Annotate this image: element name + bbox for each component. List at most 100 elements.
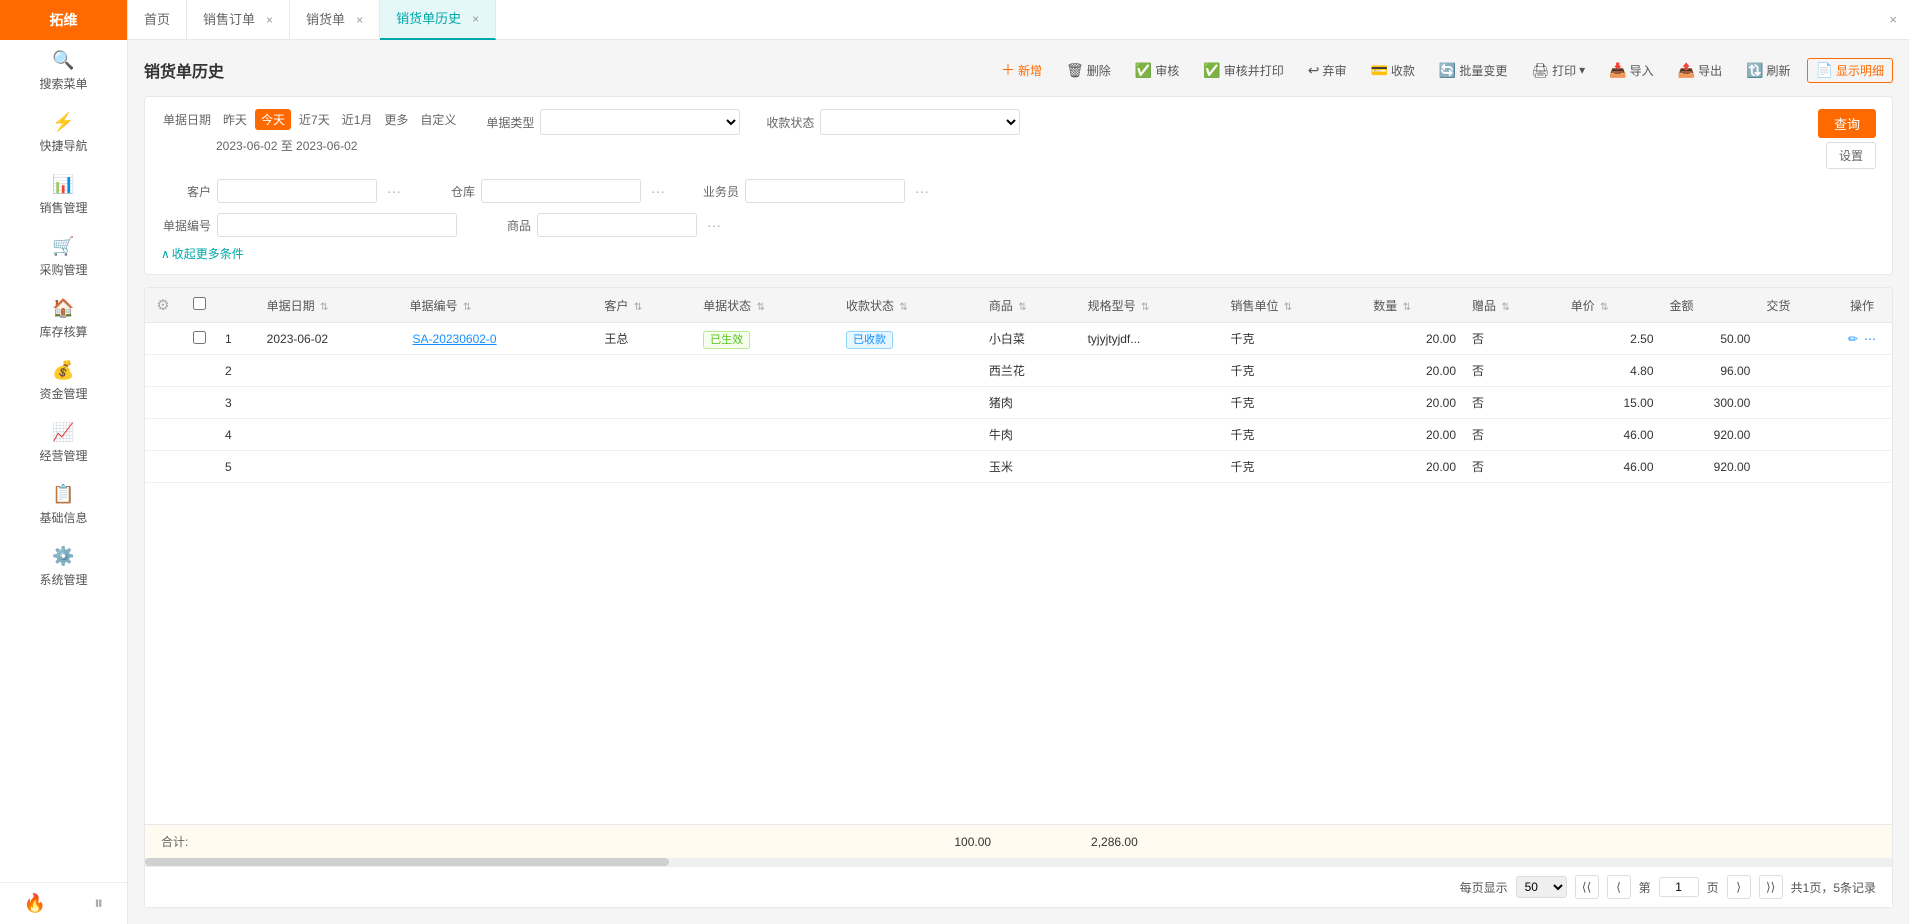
col-spec[interactable]: 规格型号 ⇅: [1080, 288, 1223, 323]
sidebar-item-search-menu[interactable]: 🔍 搜索菜单: [0, 40, 127, 102]
row-checkbox-2[interactable]: [181, 387, 217, 419]
row-docno-0[interactable]: SA-20230602-0: [402, 323, 597, 355]
customer-picker[interactable]: ···: [387, 183, 401, 199]
batch-change-button[interactable]: 🔄 批量变更: [1431, 58, 1515, 83]
shortcut-custom[interactable]: 自定义: [416, 109, 460, 130]
warehouse-filter: 仓库 ···: [425, 179, 665, 203]
quick-nav-icon: ⚡: [52, 112, 74, 133]
row-docno-4[interactable]: [402, 451, 597, 483]
collect-icon: 💳: [1370, 62, 1387, 79]
filter-settings-button[interactable]: 设置: [1826, 142, 1876, 169]
col-unit[interactable]: 销售单位 ⇅: [1222, 288, 1365, 323]
col-customer[interactable]: 客户 ⇅: [596, 288, 695, 323]
tab-sales-goods-close[interactable]: ×: [356, 0, 363, 40]
row-ops-0: ✏⋯: [1832, 323, 1892, 355]
row-seq-0: 1: [217, 323, 259, 355]
warehouse-input[interactable]: [481, 179, 641, 203]
tab-sales-goods[interactable]: 销货单 ×: [290, 0, 380, 40]
refresh-button[interactable]: 🔃 刷新: [1738, 58, 1798, 83]
show-detail-button[interactable]: 📄 显示明细: [1807, 58, 1893, 83]
import-button[interactable]: 📥 导入: [1601, 58, 1661, 83]
scrollbar-thumb[interactable]: [145, 858, 669, 866]
sidebar-item-operations[interactable]: 📈 经营管理: [0, 412, 127, 474]
col-date[interactable]: 单据日期 ⇅: [259, 288, 402, 323]
fire-icon[interactable]: 🔥: [24, 893, 46, 914]
sidebar-item-quick-nav[interactable]: ⚡ 快捷导航: [0, 102, 127, 164]
next-page-button[interactable]: ⟩: [1727, 875, 1751, 899]
col-qty[interactable]: 数量 ⇅: [1365, 288, 1464, 323]
tab-sales-order-close[interactable]: ×: [266, 0, 273, 40]
docno-input[interactable]: [217, 213, 457, 237]
col-price[interactable]: 单价 ⇅: [1563, 288, 1662, 323]
sidebar-item-inventory[interactable]: 🏠 库存核算: [0, 288, 127, 350]
more-link[interactable]: ⋯: [1864, 332, 1876, 346]
row-docno-2[interactable]: [402, 387, 597, 419]
tab-sales-order[interactable]: 销售订单 ×: [187, 0, 290, 40]
collect-button[interactable]: 💳 收款: [1362, 58, 1422, 83]
tab-home[interactable]: 首页: [128, 0, 187, 40]
col-docno[interactable]: 单据编号 ⇅: [402, 288, 597, 323]
page-input[interactable]: [1659, 877, 1699, 897]
audit-print-button[interactable]: ✅ 审核并打印: [1195, 58, 1291, 83]
row-checkbox-1[interactable]: [181, 355, 217, 387]
col-collect-status[interactable]: 收款状态 ⇅: [838, 288, 981, 323]
col-gift[interactable]: 赠品 ⇅: [1464, 288, 1563, 323]
goods-input[interactable]: [537, 213, 697, 237]
shortcut-more[interactable]: 更多: [380, 109, 412, 130]
row-price-1: 4.80: [1563, 355, 1662, 387]
warehouse-picker[interactable]: ···: [651, 183, 665, 199]
pagination-bar: 每页显示 50 20 100 ⟨⟨ ⟨ 第 页 ⟩ ⟩⟩ 共1页，5条记录: [145, 866, 1892, 907]
prev-page-button[interactable]: ⟨: [1607, 875, 1631, 899]
sidebar-item-purchase-mgmt[interactable]: 🛒 采购管理: [0, 226, 127, 288]
page-size-select[interactable]: 50 20 100: [1516, 876, 1567, 898]
table-wrapper[interactable]: ⚙ 单据日期 ⇅ 单据编号: [145, 288, 1892, 824]
shortcut-today[interactable]: 今天: [255, 109, 291, 130]
sidebar-bottom: 🔥 ⏸: [0, 882, 127, 924]
query-button[interactable]: 查询: [1818, 109, 1876, 138]
sidebar-item-finance[interactable]: 💰 资金管理: [0, 350, 127, 412]
row-checkbox-3[interactable]: [181, 419, 217, 451]
delete-button[interactable]: 🗑 删除: [1058, 58, 1119, 83]
row-checkbox-0[interactable]: [181, 323, 217, 355]
doc-type-select[interactable]: [540, 109, 740, 135]
abandon-button[interactable]: ↩ 弃审: [1300, 58, 1355, 83]
table-settings-icon[interactable]: ⚙: [156, 297, 169, 314]
sidebar-item-sys-mgmt[interactable]: ⚙️ 系统管理: [0, 536, 127, 598]
spec-sort-icon: ⇅: [1141, 302, 1149, 313]
close-all-tabs[interactable]: ×: [1889, 12, 1909, 27]
last-page-button[interactable]: ⟩⟩: [1759, 875, 1783, 899]
customer-input[interactable]: [217, 179, 377, 203]
tab-sales-history-close[interactable]: ×: [472, 0, 479, 39]
audit-button[interactable]: ✅ 审核: [1127, 58, 1187, 83]
goods-picker[interactable]: ···: [707, 217, 721, 233]
row-docno-1[interactable]: [402, 355, 597, 387]
row-customer-2: [596, 387, 695, 419]
sales-mgmt-icon: 📊: [52, 174, 74, 195]
print-button[interactable]: 🖨 打印 ▾: [1523, 58, 1593, 83]
new-button[interactable]: ＋ 新增: [993, 56, 1050, 84]
tab-sales-history[interactable]: 销货单历史 ×: [380, 0, 496, 40]
collapse-filter-button[interactable]: ∧ 收起更多条件: [161, 245, 1876, 262]
sidebar-item-sales-mgmt[interactable]: 📊 销售管理: [0, 164, 127, 226]
shortcut-yesterday[interactable]: 昨天: [219, 109, 251, 130]
col-goods[interactable]: 商品 ⇅: [981, 288, 1080, 323]
summary-total-qty: 100.00: [954, 835, 991, 849]
first-page-button[interactable]: ⟨⟨: [1575, 875, 1599, 899]
row-checkbox-4[interactable]: [181, 451, 217, 483]
row-date-0: 2023-06-02: [259, 323, 402, 355]
shortcut-last1m[interactable]: 近1月: [338, 109, 377, 130]
shortcut-last7[interactable]: 近7天: [295, 109, 334, 130]
col-doc-status[interactable]: 单据状态 ⇅: [695, 288, 838, 323]
export-button[interactable]: 📤 导出: [1670, 58, 1730, 83]
pause-icon[interactable]: ⏸: [94, 893, 103, 914]
horizontal-scrollbar[interactable]: [145, 858, 1892, 866]
sidebar-item-basic-info[interactable]: 📋 基础信息: [0, 474, 127, 536]
select-all-checkbox[interactable]: [193, 297, 206, 310]
row-amount-2: 300.00: [1662, 387, 1759, 419]
business-input[interactable]: [745, 179, 905, 203]
business-picker[interactable]: ···: [915, 183, 929, 199]
edit-link[interactable]: ✏: [1848, 332, 1858, 346]
collect-status-select[interactable]: [820, 109, 1020, 135]
row-docno-3[interactable]: [402, 419, 597, 451]
doc-status-sort-icon: ⇅: [757, 302, 765, 313]
